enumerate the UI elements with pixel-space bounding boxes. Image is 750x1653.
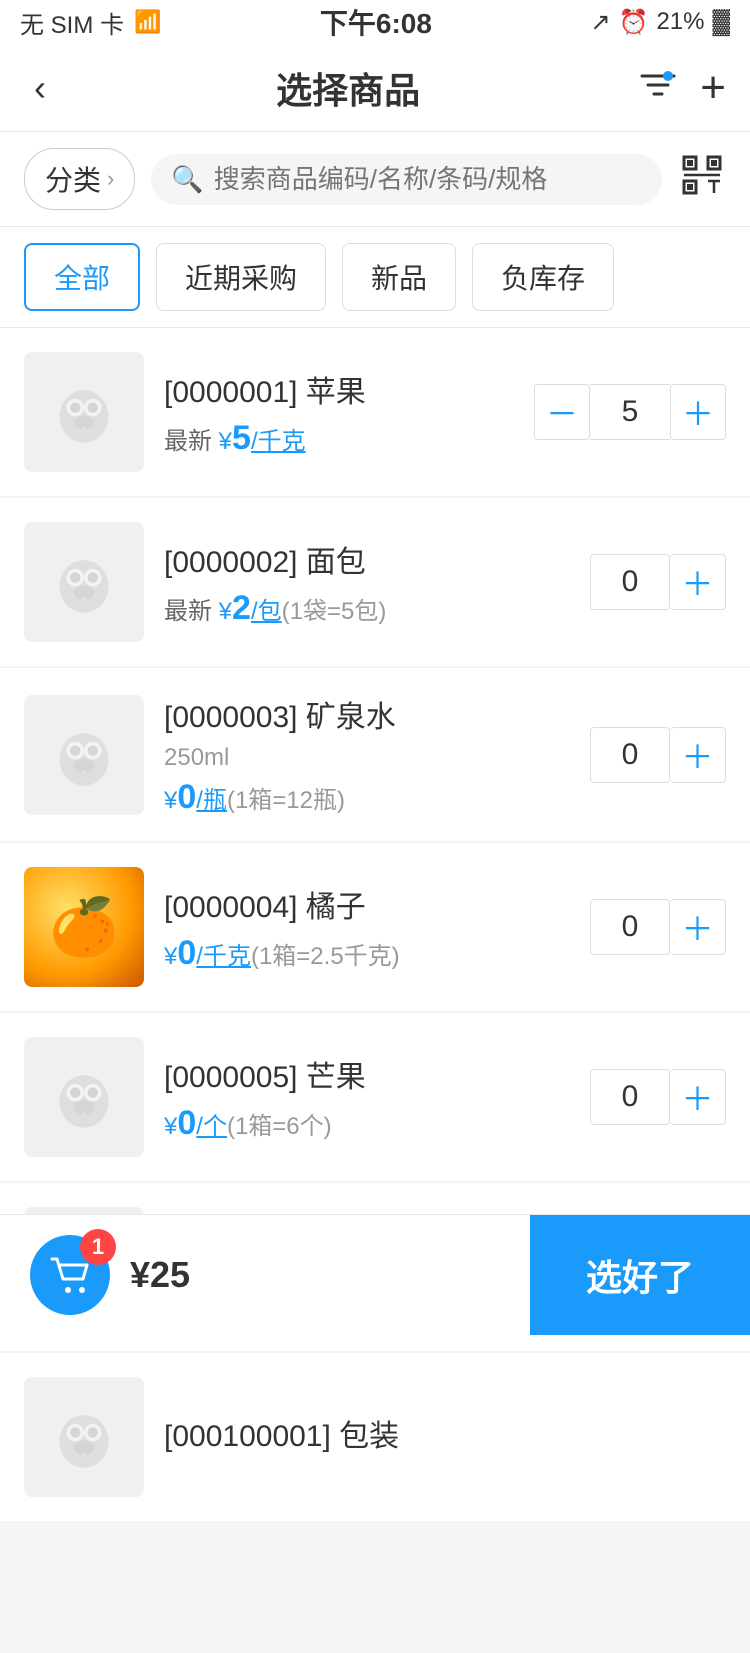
wifi-icon: 📶 [134,9,161,35]
product-image [24,522,144,642]
battery-icon: ▓ [712,8,730,36]
qty-input[interactable] [590,554,670,610]
qty-input[interactable] [590,384,670,440]
nav-bar: ‹ 选择商品 + [0,44,750,132]
tab-row: 全部 近期采购 新品 负库存 [0,227,750,328]
cart-total: ¥25 [130,1254,190,1296]
product-info: [000100001] 包装 [164,1411,726,1463]
product-price: 最新 ¥2/包(1袋=5包) [164,589,570,628]
qty-input[interactable] [590,1069,670,1125]
qty-control: ＋ [590,1069,726,1125]
qty-control: ＋ [590,554,726,610]
chevron-right-icon: › [107,166,114,192]
carrier-label: 无 SIM 卡 [20,5,124,40]
qty-control: － ＋ [534,384,726,440]
list-item: [0000002] 面包 最新 ¥2/包(1袋=5包) ＋ [0,498,750,666]
qty-input[interactable] [590,727,670,783]
qty-minus-button[interactable]: － [534,384,590,440]
qty-plus-button[interactable]: ＋ [670,727,726,783]
search-input[interactable] [214,164,642,195]
qty-control: ＋ [590,899,726,955]
product-name: [0000004] 橘子 [164,882,570,926]
product-image [24,1037,144,1157]
product-info: [0000005] 芒果 ¥0/个(1箱=6个) [164,1052,570,1143]
product-image: 🍊 [24,867,144,987]
product-price: ¥0/瓶(1箱=12瓶) [164,778,570,817]
cart-section: 1 ¥25 [0,1235,530,1315]
status-time: 下午6:08 [320,2,432,42]
list-item: [0000001] 苹果 最新 ¥5/千克 － ＋ [0,328,750,496]
category-button[interactable]: 分类 › [24,148,135,210]
cart-badge: 1 [80,1229,116,1265]
qty-input[interactable] [590,899,670,955]
product-info: [0000001] 苹果 最新 ¥5/千克 [164,367,514,458]
product-name: [0000005] 芒果 [164,1052,570,1096]
product-spec: 250ml [164,744,570,772]
product-name: [0000003] 矿泉水 [164,692,570,736]
category-label: 分类 [45,159,101,199]
tab-new[interactable]: 新品 [342,243,456,311]
product-price: 最新 ¥5/千克 [164,419,514,458]
product-price: ¥0/千克(1箱=2.5千克) [164,934,570,973]
product-image [24,1377,144,1497]
placeholder-owl-icon [49,377,119,447]
tab-all[interactable]: 全部 [24,243,140,311]
search-row: 分类 › 🔍 [0,132,750,227]
qty-plus-button[interactable]: ＋ [670,899,726,955]
product-list: [0000001] 苹果 最新 ¥5/千克 － ＋ [0000002] [0,328,750,1653]
product-info: [0000004] 橘子 ¥0/千克(1箱=2.5千克) [164,882,570,973]
qty-plus-button[interactable]: ＋ [670,384,726,440]
product-image [24,695,144,815]
list-item: 🍊 [0000004] 橘子 ¥0/千克(1箱=2.5千克) ＋ [0,843,750,1011]
status-left: 无 SIM 卡 📶 [20,5,161,40]
battery-label: 21% [656,8,704,36]
placeholder-owl-icon [49,1402,119,1472]
product-info: [0000002] 面包 最新 ¥2/包(1袋=5包) [164,537,570,628]
placeholder-owl-icon [49,1062,119,1132]
filter-icon[interactable] [640,67,676,109]
product-name: [000100001] 包装 [164,1411,726,1455]
qty-control: ＋ [590,727,726,783]
product-name: [0000001] 苹果 [164,367,514,411]
add-button[interactable]: + [700,63,726,113]
qty-plus-button[interactable]: ＋ [670,554,726,610]
back-button[interactable]: ‹ [24,57,56,119]
status-bar: 无 SIM 卡 📶 下午6:08 ↗ ⏰ 21% ▓ [0,0,750,44]
product-image [24,352,144,472]
list-item: [0000005] 芒果 ¥0/个(1箱=6个) ＋ [0,1013,750,1181]
placeholder-owl-icon [49,720,119,790]
qty-plus-button[interactable]: ＋ [670,1069,726,1125]
list-item: [0000003] 矿泉水 250ml ¥0/瓶(1箱=12瓶) ＋ [0,668,750,841]
search-icon: 🔍 [171,164,203,195]
page-title: 选择商品 [276,62,420,114]
status-right: ↗ ⏰ 21% ▓ [590,8,730,37]
product-name: [0000002] 面包 [164,537,570,581]
alarm-icon: ⏰ [619,8,649,37]
product-price: ¥0/个(1箱=6个) [164,1104,570,1143]
tab-recent[interactable]: 近期采购 [156,243,326,311]
placeholder-owl-icon [49,547,119,617]
cart-icon[interactable]: 1 [30,1235,110,1315]
tab-negative[interactable]: 负库存 [472,243,614,311]
search-input-wrap: 🔍 [151,154,662,205]
nav-actions: + [640,63,726,113]
orange-image: 🍊 [24,867,144,987]
confirm-button[interactable]: 选好了 [530,1215,750,1335]
scan-icon[interactable] [678,151,726,208]
bottom-bar: 1 ¥25 选好了 [0,1214,750,1334]
list-item: [000100001] 包装 [0,1353,750,1521]
product-info: [0000003] 矿泉水 250ml ¥0/瓶(1箱=12瓶) [164,692,570,817]
location-icon: ↗ [590,8,610,37]
